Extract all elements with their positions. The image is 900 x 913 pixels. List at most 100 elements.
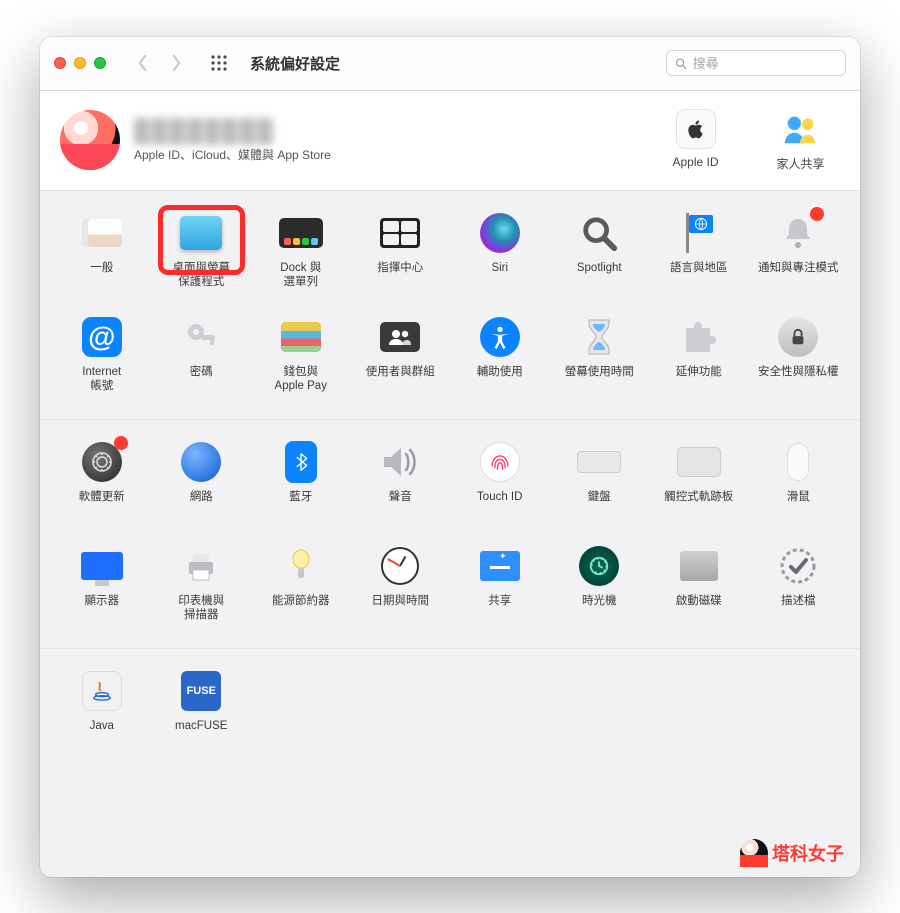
update-badge — [114, 436, 128, 450]
pref-panel-thirdparty: JavaFUSEmacFUSE — [40, 649, 860, 877]
network-icon — [179, 440, 223, 484]
pref-trackpad[interactable]: 觸控式軌跡板 — [649, 434, 749, 534]
pref-label: 聲音 — [389, 490, 412, 504]
pref-label: 描述檔 — [781, 594, 816, 608]
maximize-button[interactable] — [94, 57, 106, 69]
user-avatar[interactable] — [60, 110, 120, 170]
pref-network[interactable]: 網路 — [152, 434, 252, 534]
pref-label: Dock 與 選單列 — [280, 261, 321, 290]
pref-label: 指揮中心 — [377, 261, 423, 275]
sound-icon — [378, 440, 422, 484]
desktop-screensaver-icon — [179, 211, 223, 255]
pref-spotlight[interactable]: Spotlight — [550, 205, 650, 305]
printers-scanners-icon — [179, 544, 223, 588]
search-field[interactable] — [666, 50, 846, 76]
pref-language-region[interactable]: 語言與地區 — [649, 205, 749, 305]
pref-label: Internet 帳號 — [82, 365, 121, 394]
forward-button[interactable] — [168, 52, 184, 74]
family-sharing-button[interactable]: 家人共享 — [763, 109, 838, 172]
pref-bluetooth[interactable]: 藍牙 — [251, 434, 351, 534]
pref-touch-id[interactable]: Touch ID — [450, 434, 550, 534]
general-icon — [80, 211, 124, 255]
show-all-icon[interactable] — [210, 54, 228, 72]
pref-internet-accounts[interactable]: @ Internet 帳號 — [52, 309, 152, 409]
pref-mouse[interactable]: 滑鼠 — [749, 434, 849, 534]
pref-mission-control[interactable]: 指揮中心 — [351, 205, 451, 305]
pref-extensions[interactable]: 延伸功能 — [649, 309, 749, 409]
pref-siri[interactable]: Siri — [450, 205, 550, 305]
account-subtitle: Apple ID、iCloud、媒體與 App Store — [134, 146, 644, 163]
pref-notifications[interactable]: 通知與專注模式 — [749, 205, 849, 305]
pref-macfuse[interactable]: FUSEmacFUSE — [152, 663, 252, 763]
screen-time-icon — [577, 315, 621, 359]
pref-label: 滑鼠 — [787, 490, 810, 504]
family-icon — [781, 109, 821, 149]
pref-general[interactable]: 一般 — [52, 205, 152, 305]
pref-label: 使用者與群組 — [366, 365, 435, 379]
pref-sharing[interactable]: ✦共享 — [450, 538, 550, 638]
window-title: 系統偏好設定 — [250, 53, 340, 74]
pref-label: 延伸功能 — [676, 365, 722, 379]
watermark-text: 塔科女子 — [772, 840, 844, 866]
update-badge — [810, 207, 824, 221]
watermark-avatar-icon — [740, 839, 768, 867]
passwords-icon — [179, 315, 223, 359]
pref-startup-disk[interactable]: 啟動磁碟 — [649, 538, 749, 638]
pref-label: Spotlight — [577, 261, 622, 275]
pref-passwords[interactable]: 密碼 — [152, 309, 252, 409]
apple-id-button[interactable]: Apple ID — [658, 109, 733, 172]
pref-label: 顯示器 — [85, 594, 120, 608]
pref-users-groups[interactable]: 使用者與群組 — [351, 309, 451, 409]
traffic-lights — [54, 57, 106, 69]
pref-displays[interactable]: 顯示器 — [52, 538, 152, 638]
accessibility-icon — [478, 315, 522, 359]
pref-label: Touch ID — [477, 490, 522, 504]
pref-label: 安全性與隱私權 — [758, 365, 839, 379]
pref-energy-saver[interactable]: 能源節約器 — [251, 538, 351, 638]
pref-profiles[interactable]: 描述檔 — [749, 538, 849, 638]
pref-screen-time[interactable]: 螢幕使用時間 — [550, 309, 650, 409]
search-input[interactable] — [693, 56, 837, 71]
pref-label: 桌面與螢幕 保護程式 — [173, 261, 231, 290]
pref-label: 一般 — [90, 261, 113, 275]
pref-dock-menubar[interactable]: Dock 與 選單列 — [251, 205, 351, 305]
pref-label: 日期與時間 — [372, 594, 430, 608]
pref-label: 能源節約器 — [272, 594, 330, 608]
energy-saver-icon — [279, 544, 323, 588]
pref-label: 軟體更新 — [79, 490, 125, 504]
minimize-button[interactable] — [74, 57, 86, 69]
pref-label: 印表機與 掃描器 — [178, 594, 224, 623]
pref-wallet-applepay[interactable]: 錢包與 Apple Pay — [251, 309, 351, 409]
pref-time-machine[interactable]: 時光機 — [550, 538, 650, 638]
account-text[interactable]: ████████ Apple ID、iCloud、媒體與 App Store — [134, 118, 644, 163]
nav-buttons — [134, 52, 184, 74]
watermark: 塔科女子 — [740, 839, 844, 867]
pref-desktop-screensaver[interactable]: 桌面與螢幕 保護程式 — [152, 205, 252, 305]
security-privacy-icon — [776, 315, 820, 359]
back-button[interactable] — [134, 52, 150, 74]
macfuse-icon: FUSE — [179, 669, 223, 713]
close-button[interactable] — [54, 57, 66, 69]
pref-label: 輔助使用 — [477, 365, 523, 379]
pref-label: 網路 — [190, 490, 213, 504]
date-time-icon — [378, 544, 422, 588]
pref-panel-personal: 一般 桌面與螢幕 保護程式 Dock 與 選單列 指揮中心 Siri Spotlight 語… — [40, 191, 860, 420]
pref-java[interactable]: Java — [52, 663, 152, 763]
mouse-icon — [776, 440, 820, 484]
pref-software-update[interactable]: 軟體更新 — [52, 434, 152, 534]
pref-sound[interactable]: 聲音 — [351, 434, 451, 534]
pref-keyboard[interactable]: 鍵盤 — [550, 434, 650, 534]
pref-printers-scanners[interactable]: 印表機與 掃描器 — [152, 538, 252, 638]
pref-accessibility[interactable]: 輔助使用 — [450, 309, 550, 409]
pref-date-time[interactable]: 日期與時間 — [351, 538, 451, 638]
search-icon — [675, 57, 687, 70]
pref-label: 觸控式軌跡板 — [664, 490, 733, 504]
account-name: ████████ — [134, 118, 644, 144]
pref-security-privacy[interactable]: 安全性與隱私權 — [749, 309, 849, 409]
account-row: ████████ Apple ID、iCloud、媒體與 App Store A… — [40, 91, 860, 191]
internet-accounts-icon: @ — [80, 315, 124, 359]
spotlight-icon — [577, 211, 621, 255]
trackpad-icon — [677, 440, 721, 484]
pref-panel-hardware: 軟體更新 網路 藍牙聲音 Touch ID 鍵盤觸控式軌跡板 滑鼠 顯示器 印表機與 掃描器… — [40, 420, 860, 649]
bluetooth-icon — [279, 440, 323, 484]
